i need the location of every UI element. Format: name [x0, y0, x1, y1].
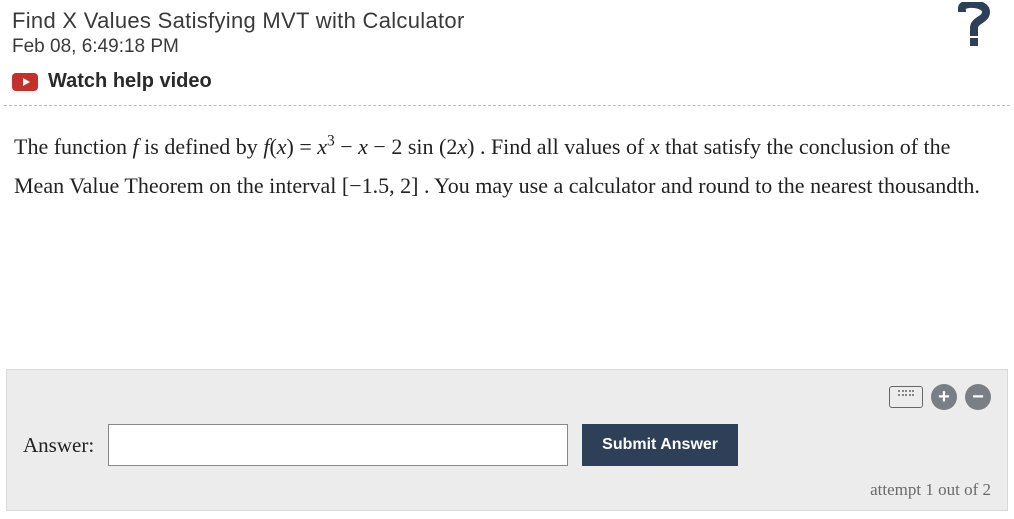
keyboard-icon[interactable] [889, 386, 923, 408]
text: The function [14, 134, 133, 159]
answer-label: Answer: [23, 433, 94, 458]
remove-field-button[interactable]: − [965, 384, 991, 410]
text: . You may use a calculator and round to … [418, 173, 979, 198]
watch-help-video[interactable]: Watch help video [0, 62, 1014, 105]
problem-text: The function f is defined by f(x) = x3 −… [0, 106, 1014, 215]
text: . Find all values of [474, 134, 649, 159]
attempt-counter: attempt 1 out of 2 [23, 480, 991, 500]
math-fx: f(x) = x3 − x − 2 sin (2x) [263, 134, 474, 159]
add-field-button[interactable]: + [931, 384, 957, 410]
help-icon[interactable] [956, 2, 992, 48]
submit-button[interactable]: Submit Answer [582, 424, 738, 466]
math-interval: [−1.5, 2] [342, 173, 419, 198]
play-icon [12, 73, 38, 91]
text: is defined by [139, 134, 264, 159]
answer-row: Answer: Submit Answer [23, 424, 991, 466]
header: Find X Values Satisfying MVT with Calcul… [0, 0, 1014, 62]
page-title: Find X Values Satisfying MVT with Calcul… [12, 8, 1002, 34]
timestamp: Feb 08, 6:49:18 PM [12, 36, 1002, 58]
math-x: x [650, 134, 660, 159]
watch-help-label: Watch help video [48, 70, 212, 93]
answer-input[interactable] [108, 424, 568, 466]
answer-panel: + − Answer: Submit Answer attempt 1 out … [6, 369, 1008, 511]
panel-tools: + − [23, 384, 991, 410]
